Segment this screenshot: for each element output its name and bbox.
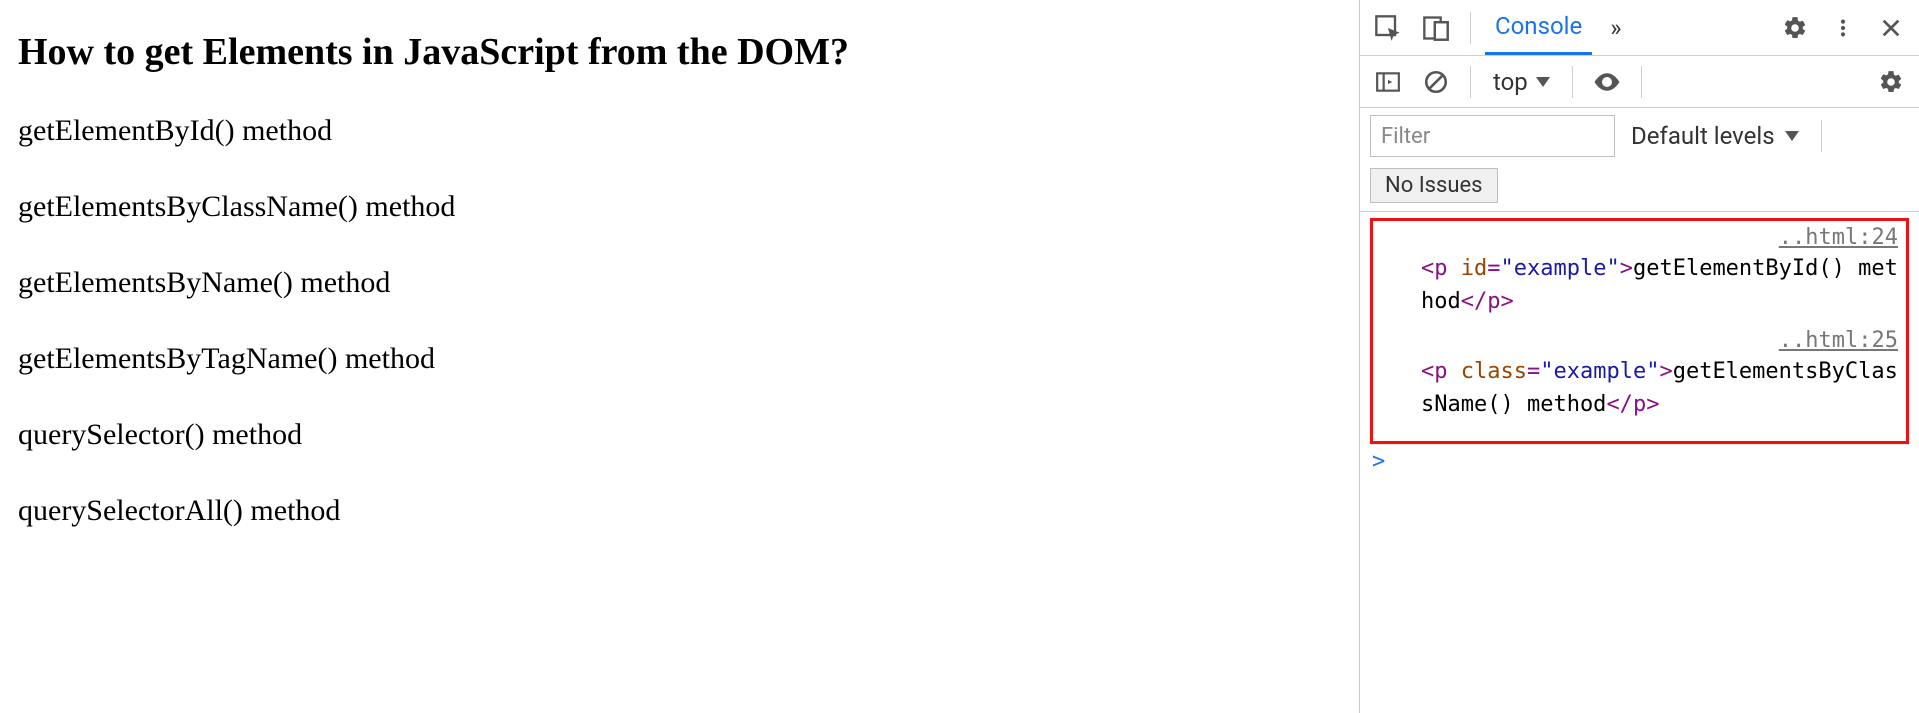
divider [1470, 66, 1471, 98]
live-expression-icon[interactable] [1587, 62, 1627, 102]
highlight-box: ..html:24 <p id="example">getElementById… [1370, 218, 1909, 444]
log-source-link[interactable]: ..html:24 [1381, 225, 1898, 250]
issues-button[interactable]: No Issues [1370, 168, 1498, 203]
prompt-caret-icon: > [1372, 449, 1385, 474]
settings-icon[interactable] [1775, 8, 1815, 48]
method-item: getElementsByTagName() method [18, 342, 1341, 376]
inspect-element-icon[interactable] [1368, 8, 1408, 48]
divider [1470, 12, 1471, 44]
console-toolbar: top [1360, 56, 1919, 108]
divider [1641, 66, 1642, 98]
divider [1572, 66, 1573, 98]
log-html: <p id="example">getElementById() method<… [1381, 252, 1898, 318]
page-title: How to get Elements in JavaScript from t… [18, 30, 1341, 74]
chevron-down-icon [1785, 131, 1799, 141]
close-icon[interactable] [1871, 8, 1911, 48]
log-html: <p class="example">getElementsByClassNam… [1381, 355, 1898, 421]
devtools-panel: Console » top [1359, 0, 1919, 713]
method-item: getElementById() method [18, 114, 1341, 148]
tab-console[interactable]: Console [1485, 0, 1592, 55]
page-content: How to get Elements in JavaScript from t… [0, 0, 1359, 713]
devtools-tabbar: Console » [1360, 0, 1919, 56]
console-log-entry: ..html:25 <p class="example">getElements… [1381, 328, 1898, 421]
method-item: getElementsByClassName() method [18, 190, 1341, 224]
log-levels-label: Default levels [1631, 122, 1775, 150]
log-levels-selector[interactable]: Default levels [1631, 122, 1799, 150]
console-prompt[interactable]: > [1370, 444, 1909, 478]
device-toolbar-icon[interactable] [1416, 8, 1456, 48]
log-source-link[interactable]: ..html:25 [1381, 328, 1898, 353]
context-label: top [1493, 68, 1528, 96]
tab-more[interactable]: » [1600, 0, 1631, 55]
clear-console-icon[interactable] [1416, 62, 1456, 102]
kebab-menu-icon[interactable] [1823, 8, 1863, 48]
show-console-sidebar-icon[interactable] [1368, 62, 1408, 102]
context-selector[interactable]: top [1485, 68, 1558, 96]
method-item: getElementsByName() method [18, 266, 1341, 300]
filter-input[interactable] [1370, 115, 1615, 157]
console-settings-icon[interactable] [1871, 62, 1911, 102]
console-log-entry: ..html:24 <p id="example">getElementById… [1381, 225, 1898, 318]
chevron-down-icon [1536, 77, 1550, 87]
console-filter-row: Default levels [1360, 108, 1919, 164]
method-item: querySelectorAll() method [18, 494, 1341, 528]
console-output: ..html:24 <p id="example">getElementById… [1360, 212, 1919, 713]
method-item: querySelector() method [18, 418, 1341, 452]
issues-row: No Issues [1360, 164, 1919, 212]
divider [1821, 120, 1822, 152]
